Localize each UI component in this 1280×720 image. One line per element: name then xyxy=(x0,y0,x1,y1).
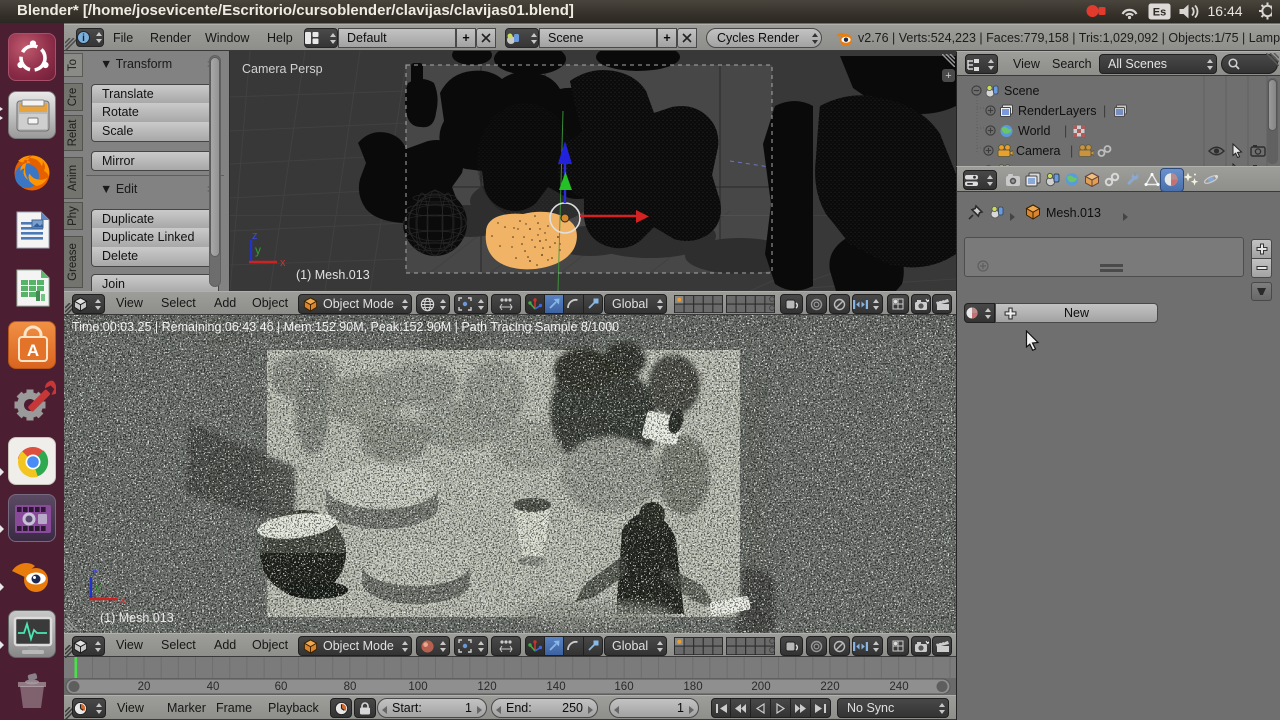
svg-text:180: 180 xyxy=(683,681,702,693)
svg-text:x: x xyxy=(120,594,126,606)
svg-text:+: + xyxy=(945,70,951,82)
svg-text:120: 120 xyxy=(477,681,496,693)
svg-text:20: 20 xyxy=(138,681,151,693)
svg-text:100: 100 xyxy=(408,681,427,693)
svg-text:Camera Persp: Camera Persp xyxy=(242,62,323,76)
svg-text:(1) Mesh.013: (1) Mesh.013 xyxy=(100,611,174,625)
svg-text:z: z xyxy=(92,567,98,579)
svg-text:220: 220 xyxy=(820,681,839,693)
svg-text:x: x xyxy=(280,257,286,269)
svg-text:y: y xyxy=(255,243,261,257)
svg-text:16:44: 16:44 xyxy=(1208,3,1243,19)
svg-text:160: 160 xyxy=(614,681,633,693)
svg-text:60: 60 xyxy=(275,681,288,693)
svg-text:A: A xyxy=(27,341,39,360)
svg-text:i: i xyxy=(82,33,85,44)
svg-text:Es: Es xyxy=(1153,7,1166,19)
svg-text:240: 240 xyxy=(889,681,908,693)
svg-text:200: 200 xyxy=(751,681,770,693)
svg-text:(1) Mesh.013: (1) Mesh.013 xyxy=(296,268,370,282)
svg-text:40: 40 xyxy=(207,681,220,693)
svg-text:Time:00:03.25 | Remaining:06:4: Time:00:03.25 | Remaining:06:43.46 | Mem… xyxy=(72,320,619,334)
svg-text:y: y xyxy=(95,580,101,594)
svg-text:140: 140 xyxy=(546,681,565,693)
svg-text:z: z xyxy=(252,230,258,242)
svg-text:80: 80 xyxy=(344,681,357,693)
